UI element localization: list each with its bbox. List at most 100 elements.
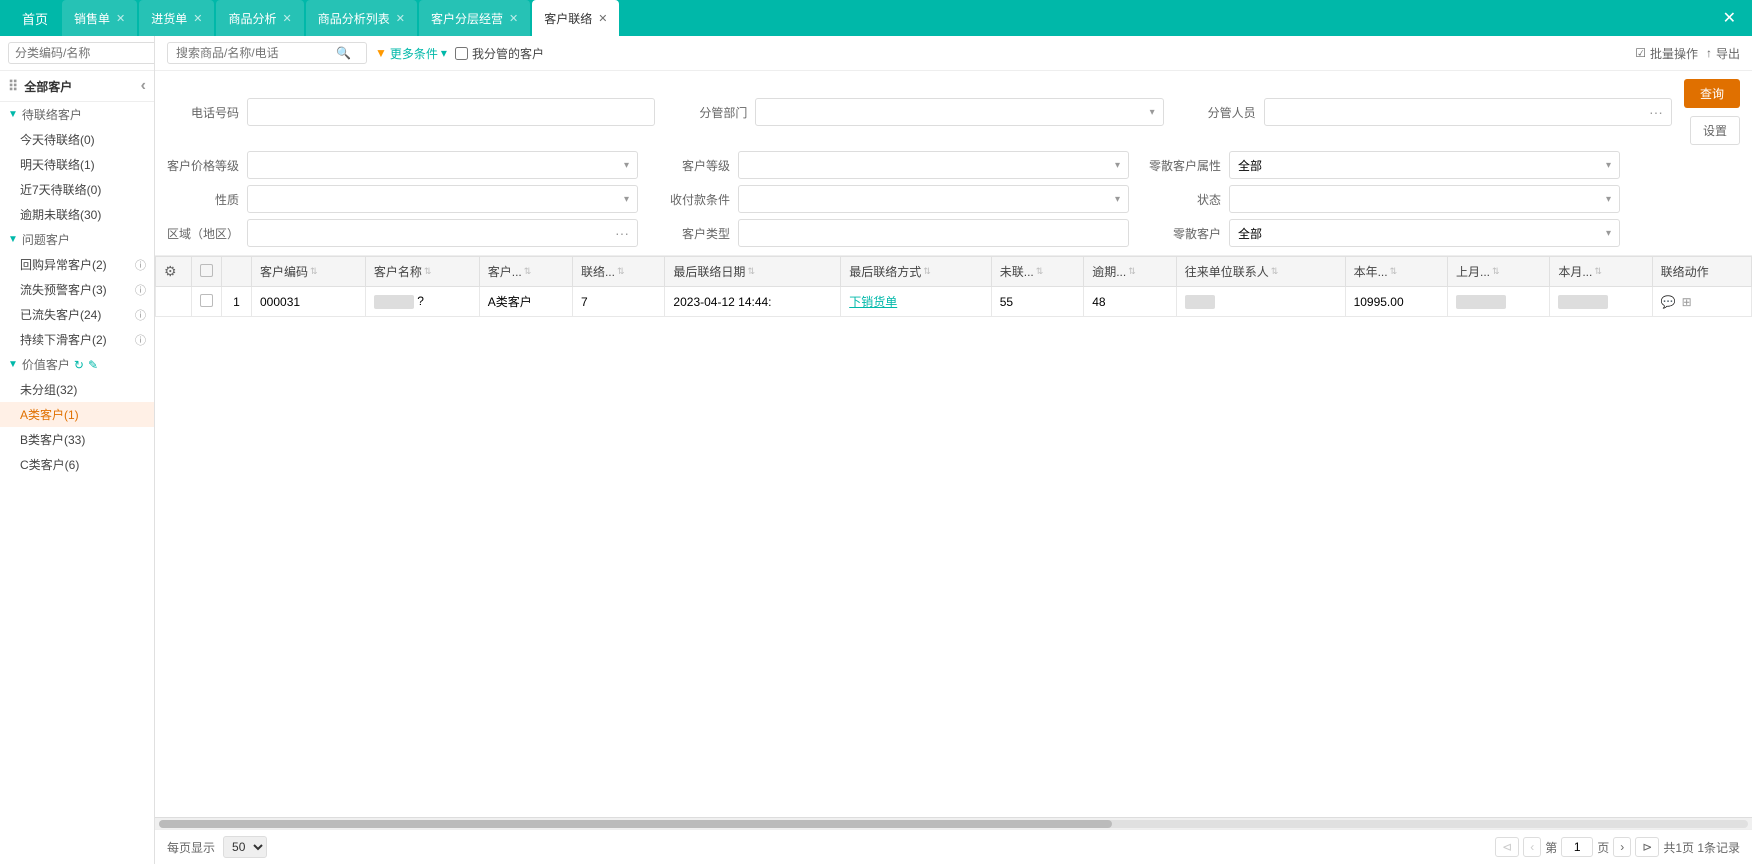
first-page-btn[interactable]: ⊲: [1495, 837, 1519, 857]
main-layout: 🔍 ⠿ 全部客户 ‹ ▼ 待联络客户 今天待联络(0) 明天待联络(1) 近7天…: [0, 36, 1752, 864]
per-page-select[interactable]: 50: [223, 836, 267, 858]
col-last-method[interactable]: 最后联络方式 ⇅: [841, 257, 992, 287]
sidebar-item-declining[interactable]: 持续下滑客户(2) ⓘ: [0, 327, 154, 352]
sidebar-item-class-b[interactable]: B类客户(33): [0, 427, 154, 452]
qr-icon[interactable]: ⊞: [1682, 295, 1692, 309]
col-last-month[interactable]: 上月... ⇅: [1447, 257, 1549, 287]
close-tab-purchase[interactable]: ✕: [193, 12, 202, 25]
sidebar-item-churn-warning[interactable]: 流失预警客户(3) ⓘ: [0, 277, 154, 302]
tab-sales-order[interactable]: 销售单 ✕: [62, 0, 137, 36]
customer-type-input[interactable]: [738, 219, 1129, 247]
filter-row-1: 电话号码 分管部门 ▾ 分管人员: [167, 79, 1740, 145]
last-page-btn[interactable]: ⊳: [1635, 837, 1659, 857]
chat-icon[interactable]: 💬: [1661, 295, 1676, 309]
payment-select[interactable]: ▾: [738, 185, 1129, 213]
prev-page-btn[interactable]: ‹: [1523, 837, 1541, 857]
main-search-input[interactable]: [176, 46, 336, 60]
dept-select[interactable]: ▾: [755, 98, 1163, 126]
sidebar-item-tomorrow-contact[interactable]: 明天待联络(1): [0, 152, 154, 177]
global-close-button[interactable]: ✕: [1715, 8, 1744, 28]
sort-icon-date: ⇅: [747, 266, 755, 277]
tab-purchase-order[interactable]: 进货单 ✕: [139, 0, 214, 36]
group-problem-customers[interactable]: ▼ 问题客户: [0, 227, 154, 252]
export-button[interactable]: ↑ 导出: [1706, 45, 1740, 62]
col-code[interactable]: 客户编码 ⇅: [252, 257, 366, 287]
filter-cell-nature: 性质 ▾: [167, 185, 638, 213]
close-tab-customer-mgmt[interactable]: ✕: [509, 12, 518, 25]
close-tab-sales[interactable]: ✕: [116, 12, 125, 25]
refresh-icon[interactable]: ↻: [74, 358, 84, 372]
caret-level: ▾: [1115, 160, 1120, 171]
col-company-contact[interactable]: 往来单位联系人 ⇅: [1176, 257, 1345, 287]
payment-label: 收付款条件: [658, 191, 738, 208]
tab-product-analysis[interactable]: 商品分析 ✕: [216, 0, 303, 36]
page-input[interactable]: [1561, 837, 1593, 857]
tab-customer-contact[interactable]: 客户联络 ✕: [532, 0, 619, 36]
select-all-checkbox[interactable]: [200, 264, 213, 277]
col-overdue[interactable]: 逾期... ⇅: [1084, 257, 1176, 287]
sidebar-item-class-a[interactable]: A类客户(1): [0, 402, 154, 427]
sidebar-item-today-contact[interactable]: 今天待联络(0): [0, 127, 154, 152]
sort-icon-lmonth: ⇅: [1492, 266, 1500, 277]
filter-cell-dept: 分管部门 ▾: [675, 98, 1163, 126]
query-button[interactable]: 查询: [1684, 79, 1740, 108]
sidebar-item-abnormal-repurchase[interactable]: 回购异常客户(2) ⓘ: [0, 252, 154, 277]
col-name[interactable]: 客户名称 ⇅: [365, 257, 479, 287]
group-pending-contact[interactable]: ▼ 待联络客户: [0, 102, 154, 127]
info-icon-4: ⓘ: [135, 332, 146, 348]
sidebar-item-unclassified[interactable]: 未分组(32): [0, 377, 154, 402]
info-icon-3: ⓘ: [135, 307, 146, 323]
nature-select[interactable]: ▾: [247, 185, 638, 213]
scatter-attr-select[interactable]: 全部 ▾: [1229, 151, 1620, 179]
my-customers-checkbox[interactable]: [455, 47, 468, 60]
col-action: 联络动作: [1652, 257, 1751, 287]
nav-right: ✕: [1715, 8, 1744, 28]
customer-level-select[interactable]: ▾: [738, 151, 1129, 179]
scroll-thumb[interactable]: [159, 820, 1112, 828]
row-year-cell: 10995.00: [1345, 287, 1447, 317]
close-tab-product-analysis[interactable]: ✕: [283, 12, 292, 25]
contact-method-link[interactable]: 下销货单: [849, 295, 897, 309]
col-this-month[interactable]: 本月... ⇅: [1550, 257, 1652, 287]
sidebar-item-overdue-contact[interactable]: 逾期未联络(30): [0, 202, 154, 227]
col-gear: ⚙: [156, 257, 192, 287]
my-customers-checkbox-label[interactable]: 我分管的客户: [455, 45, 544, 62]
sidebar-search-input[interactable]: [8, 42, 155, 64]
col-last-date[interactable]: 最后联络日期 ⇅: [665, 257, 841, 287]
scatter-select[interactable]: 全部 ▾: [1229, 219, 1620, 247]
row-checkbox[interactable]: [200, 294, 213, 307]
sidebar-item-class-c[interactable]: C类客户(6): [0, 452, 154, 477]
edit-icon[interactable]: ✎: [88, 358, 98, 372]
col-contact[interactable]: 联络... ⇅: [572, 257, 664, 287]
close-tab-product-list[interactable]: ✕: [396, 12, 405, 25]
batch-op-button[interactable]: ☑ 批量操作: [1635, 45, 1698, 62]
col-not-contacted[interactable]: 未联... ⇅: [991, 257, 1083, 287]
collapse-sidebar-btn[interactable]: ‹: [141, 77, 146, 95]
sidebar-item-churned[interactable]: 已流失客户(24) ⓘ: [0, 302, 154, 327]
filter-bar-right: ☑ 批量操作 ↑ 导出: [1635, 45, 1740, 62]
home-button[interactable]: 首页: [8, 0, 62, 36]
phone-label: 电话号码: [167, 104, 247, 121]
settings-gear-icon[interactable]: ⚙: [164, 263, 177, 279]
more-conditions-button[interactable]: ▼ 更多条件 ▾: [375, 45, 447, 62]
close-tab-customer-contact[interactable]: ✕: [598, 12, 607, 25]
row-date-cell: 2023-04-12 14:44:: [665, 287, 841, 317]
info-icon-2: ⓘ: [135, 282, 146, 298]
person-input[interactable]: ···: [1264, 98, 1672, 126]
region-input[interactable]: ···: [247, 219, 638, 247]
row-overdue-cell: 48: [1084, 287, 1176, 317]
col-this-year[interactable]: 本年... ⇅: [1345, 257, 1447, 287]
tab-customer-management[interactable]: 客户分层经营 ✕: [419, 0, 530, 36]
status-select[interactable]: ▾: [1229, 185, 1620, 213]
col-type[interactable]: 客户... ⇅: [479, 257, 572, 287]
tab-product-analysis-list[interactable]: 商品分析列表 ✕: [306, 0, 417, 36]
group-value-customers[interactable]: ▼ 价值客户 ↻ ✎: [0, 352, 154, 377]
phone-input[interactable]: [247, 98, 655, 126]
price-level-select[interactable]: ▾: [247, 151, 638, 179]
next-page-btn[interactable]: ›: [1613, 837, 1631, 857]
settings-button[interactable]: 设置: [1690, 116, 1740, 145]
sidebar-item-7day-contact[interactable]: 近7天待联络(0): [0, 177, 154, 202]
export-icon: ↑: [1706, 46, 1712, 60]
scatter-label: 零散客户: [1149, 225, 1229, 242]
main-search-icon[interactable]: 🔍: [336, 46, 351, 60]
